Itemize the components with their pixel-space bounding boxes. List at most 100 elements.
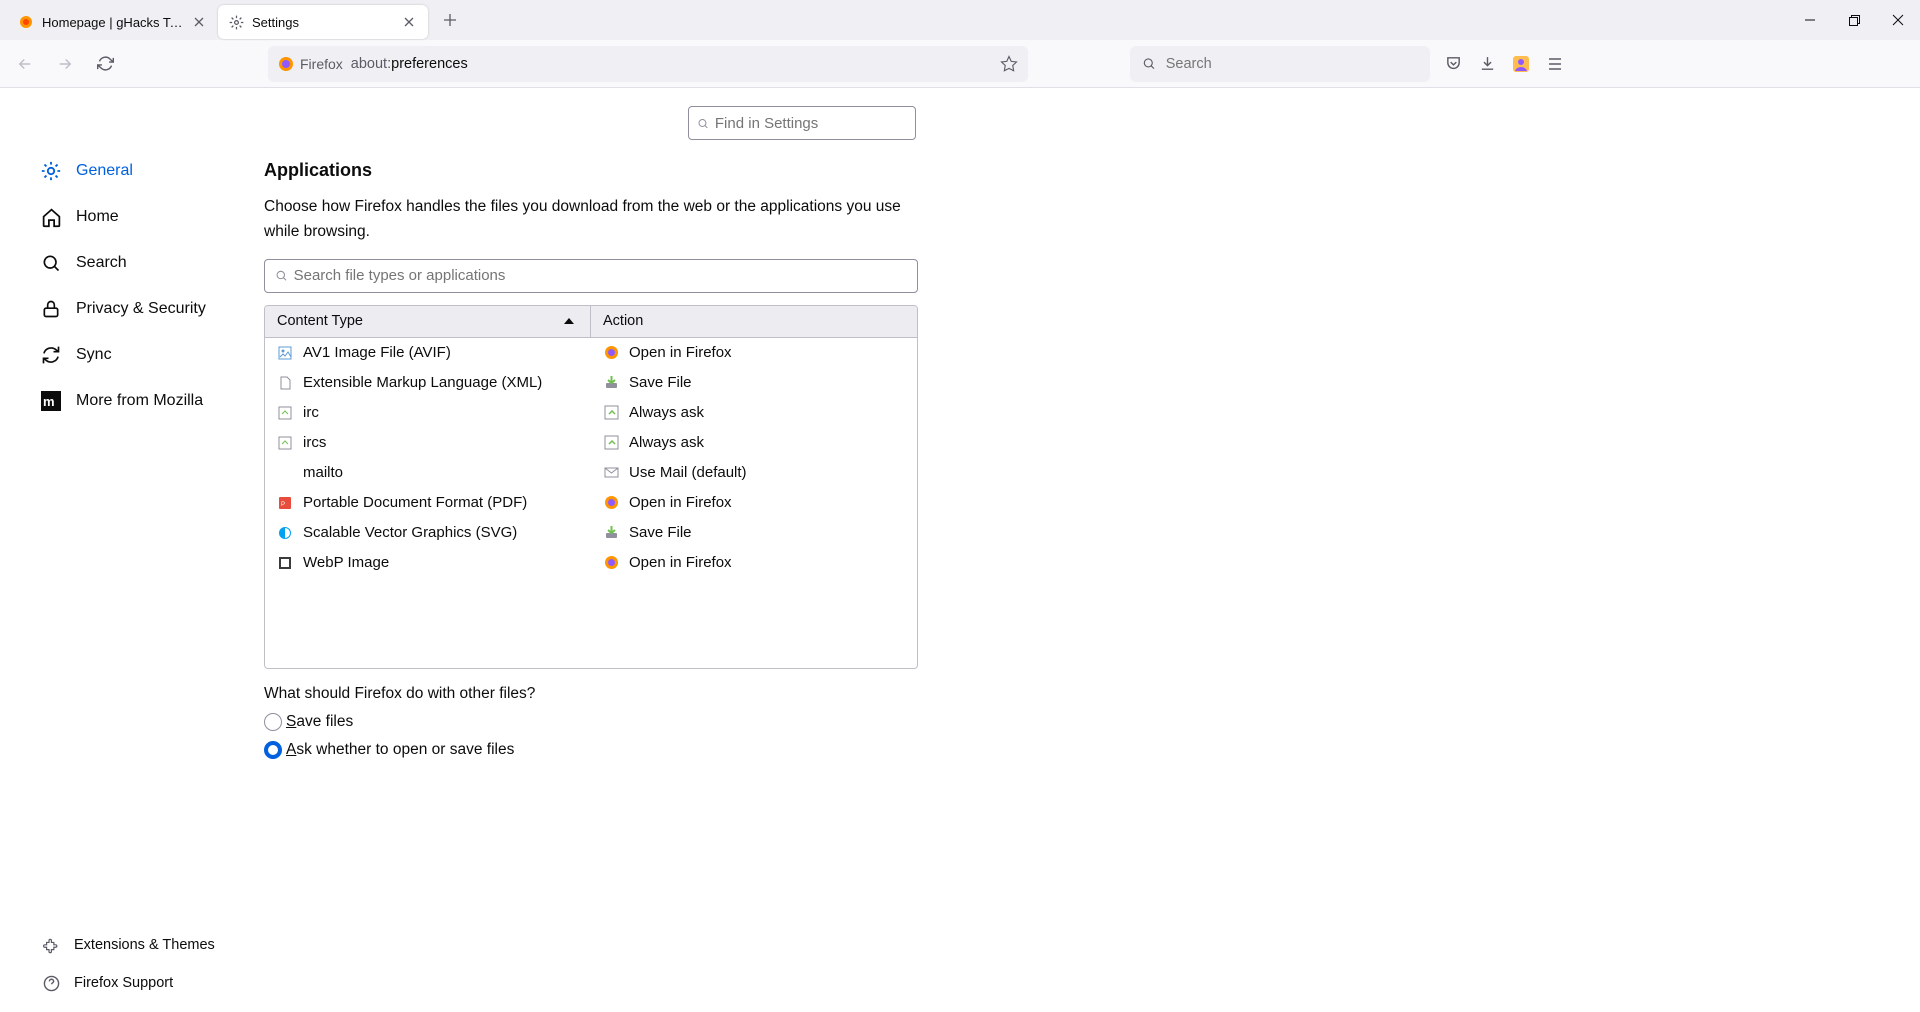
table-row[interactable]: mailto Use Mail (default) bbox=[265, 458, 917, 488]
pocket-button[interactable] bbox=[1436, 47, 1470, 81]
cell-content-type: P Portable Document Format (PDF) bbox=[265, 494, 591, 511]
action-icon bbox=[603, 525, 619, 541]
new-tab-button[interactable] bbox=[434, 4, 466, 36]
forward-button[interactable] bbox=[48, 47, 82, 81]
toolbar-right bbox=[1436, 47, 1572, 81]
cell-action[interactable]: Open in Firefox bbox=[591, 494, 917, 511]
radio-save-files[interactable]: Save files bbox=[264, 713, 940, 731]
tab-label: Homepage | gHacks Technology News bbox=[42, 15, 184, 30]
tab-label: Settings bbox=[252, 15, 394, 30]
identity-label: Firefox bbox=[300, 56, 343, 72]
sync-icon bbox=[40, 344, 62, 366]
radio-ask[interactable]: Ask whether to open or save files bbox=[264, 741, 940, 759]
table-row[interactable]: Scalable Vector Graphics (SVG) Save File bbox=[265, 518, 917, 548]
table-row[interactable]: P Portable Document Format (PDF) Open in F… bbox=[265, 488, 917, 518]
maximize-button[interactable] bbox=[1832, 0, 1876, 40]
action-icon bbox=[603, 555, 619, 571]
applications-table: Content Type Action AV1 Image File (AVIF… bbox=[264, 305, 918, 669]
column-content-type[interactable]: Content Type bbox=[265, 306, 591, 337]
ghacks-favicon-icon bbox=[18, 14, 34, 30]
sidebar-item-search[interactable]: Search bbox=[40, 252, 228, 274]
search-bar[interactable] bbox=[1130, 46, 1430, 82]
search-applications-input[interactable] bbox=[294, 267, 907, 284]
cell-action[interactable]: Use Mail (default) bbox=[591, 464, 917, 481]
sidebar-item-sync[interactable]: Sync bbox=[40, 344, 228, 366]
close-tab-icon[interactable] bbox=[190, 13, 208, 31]
search-input[interactable] bbox=[1166, 56, 1418, 72]
identity-box[interactable]: Firefox bbox=[278, 56, 343, 72]
action-icon bbox=[603, 495, 619, 511]
table-header: Content Type Action bbox=[265, 306, 917, 338]
nav-toolbar: Firefox about:preferences bbox=[0, 40, 1920, 88]
cell-content-type: mailto bbox=[265, 464, 591, 481]
radio-label: Ask whether to open or save files bbox=[286, 741, 514, 759]
table-row[interactable]: ircAlways ask bbox=[265, 398, 917, 428]
sidebar-item-home[interactable]: Home bbox=[40, 206, 228, 228]
sidebar-item-general[interactable]: General bbox=[40, 160, 228, 182]
table-row[interactable]: Extensible Markup Language (XML)Save Fil… bbox=[265, 368, 917, 398]
back-button[interactable] bbox=[8, 47, 42, 81]
radio-icon bbox=[264, 713, 282, 731]
content-type-label: ircs bbox=[303, 434, 326, 451]
find-in-settings[interactable] bbox=[688, 106, 916, 140]
home-icon bbox=[40, 206, 62, 228]
filetype-icon bbox=[277, 375, 293, 391]
help-icon bbox=[40, 972, 62, 994]
lock-icon bbox=[40, 298, 62, 320]
puzzle-icon bbox=[40, 934, 62, 956]
sidebar-item-support[interactable]: Firefox Support bbox=[40, 972, 215, 994]
search-icon bbox=[40, 252, 62, 274]
content-type-label: Scalable Vector Graphics (SVG) bbox=[303, 524, 517, 541]
cell-action[interactable]: Open in Firefox bbox=[591, 344, 917, 361]
downloads-button[interactable] bbox=[1470, 47, 1504, 81]
window-titlebar: Homepage | gHacks Technology News Settin… bbox=[0, 0, 1920, 40]
mozilla-icon: m bbox=[40, 390, 62, 412]
cell-action[interactable]: Save File bbox=[591, 374, 917, 391]
column-label: Content Type bbox=[277, 313, 363, 329]
search-icon bbox=[697, 117, 709, 130]
window-controls bbox=[1788, 0, 1920, 40]
minimize-button[interactable] bbox=[1788, 0, 1832, 40]
close-window-button[interactable] bbox=[1876, 0, 1920, 40]
sidebar-item-privacy[interactable]: Privacy & Security bbox=[40, 298, 228, 320]
content-type-label: WebP Image bbox=[303, 554, 389, 571]
filetype-icon bbox=[277, 525, 293, 541]
svg-text:m: m bbox=[43, 394, 55, 409]
cell-action[interactable]: Open in Firefox bbox=[591, 554, 917, 571]
sort-ascending-icon bbox=[564, 318, 574, 324]
sidebar-item-label: Sync bbox=[76, 346, 112, 364]
content-type-label: mailto bbox=[303, 464, 343, 481]
bookmark-star-icon[interactable] bbox=[1000, 55, 1018, 73]
sidebar-item-label: General bbox=[76, 162, 133, 180]
url-bar[interactable]: Firefox about:preferences bbox=[268, 46, 1028, 82]
content-type-label: Portable Document Format (PDF) bbox=[303, 494, 527, 511]
url-text: about:preferences bbox=[351, 56, 468, 72]
cell-action[interactable]: Always ask bbox=[591, 434, 917, 451]
account-button[interactable] bbox=[1504, 47, 1538, 81]
settings-sidebar: General Home Search Privacy & Security S… bbox=[0, 88, 240, 1012]
cell-content-type: WebP Image bbox=[265, 554, 591, 571]
column-action[interactable]: Action bbox=[591, 306, 917, 337]
cell-action[interactable]: Always ask bbox=[591, 404, 917, 421]
svg-text:P: P bbox=[281, 502, 285, 508]
sidebar-item-label: More from Mozilla bbox=[76, 392, 203, 410]
search-applications[interactable] bbox=[264, 259, 918, 293]
sidebar-item-extensions[interactable]: Extensions & Themes bbox=[40, 934, 215, 956]
table-row[interactable]: WebP Image Open in Firefox bbox=[265, 548, 917, 578]
sidebar-item-more-mozilla[interactable]: m More from Mozilla bbox=[40, 390, 228, 412]
find-settings-input[interactable] bbox=[715, 115, 907, 132]
action-label: Save File bbox=[629, 524, 692, 541]
cell-action[interactable]: Save File bbox=[591, 524, 917, 541]
tab-settings[interactable]: Settings bbox=[218, 5, 428, 39]
table-row[interactable]: AV1 Image File (AVIF)Open in Firefox bbox=[265, 338, 917, 368]
reload-button[interactable] bbox=[88, 47, 122, 81]
table-row[interactable]: ircs Always ask bbox=[265, 428, 917, 458]
search-icon bbox=[275, 269, 288, 282]
action-icon bbox=[603, 345, 619, 361]
app-menu-button[interactable] bbox=[1538, 47, 1572, 81]
close-tab-icon[interactable] bbox=[400, 13, 418, 31]
action-icon bbox=[603, 405, 619, 421]
action-label: Open in Firefox bbox=[629, 494, 732, 511]
sidebar-item-label: Home bbox=[76, 208, 119, 226]
tab-ghacks[interactable]: Homepage | gHacks Technology News bbox=[8, 5, 218, 39]
